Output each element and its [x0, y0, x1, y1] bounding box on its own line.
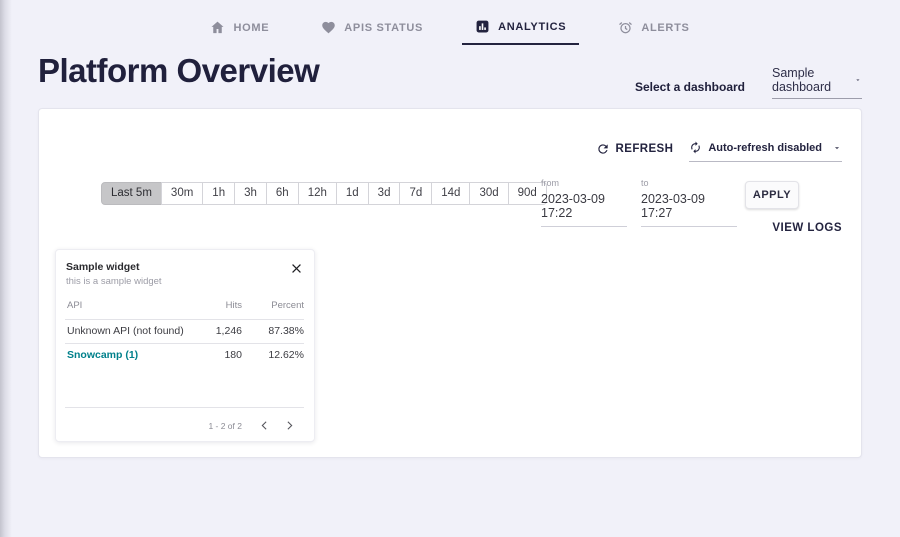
widget-close-button[interactable] [288, 261, 304, 277]
nav-item-alerts[interactable]: ALERTS [605, 19, 702, 45]
time-range-button[interactable]: 30d [469, 182, 508, 205]
to-date-field: to 2023-03-09 17:27 [641, 178, 737, 227]
sample-widget-card: Sample widget this is a sample widget AP… [55, 249, 315, 442]
autorenew-icon [689, 141, 702, 154]
refresh-button[interactable]: REFRESH [596, 141, 674, 156]
widget-title: Sample widget [66, 261, 140, 273]
time-range-button[interactable]: 3h [234, 182, 267, 205]
table-row: Unknown API (not found)1,24687.38% [65, 320, 304, 344]
widget-footer-divider [65, 407, 304, 408]
api-link[interactable]: Snowcamp (1) [65, 349, 184, 361]
nav-item-home[interactable]: HOME [197, 19, 282, 45]
column-header-api: API [65, 300, 184, 311]
refresh-label: REFRESH [616, 143, 674, 155]
from-date-input[interactable]: 2023-03-09 17:22 [541, 192, 627, 227]
refresh-toolbar: REFRESH Auto-refresh disabled [596, 141, 842, 162]
time-range-button[interactable]: 7d [399, 182, 432, 205]
nav-item-analytics[interactable]: ANALYTICS [462, 19, 579, 45]
time-range-button[interactable]: 6h [266, 182, 299, 205]
to-date-input[interactable]: 2023-03-09 17:27 [641, 192, 737, 227]
view-logs-link[interactable]: VIEW LOGS [772, 222, 842, 234]
chevron-left-icon [258, 419, 271, 432]
nav-item-label: ANALYTICS [498, 21, 566, 33]
pagination-label: 1 - 2 of 2 [208, 421, 242, 431]
time-range-button[interactable]: 1h [202, 182, 235, 205]
close-icon [289, 261, 304, 276]
to-label: to [641, 178, 737, 188]
home-icon [210, 20, 225, 35]
auto-refresh-select[interactable]: Auto-refresh disabled [689, 141, 842, 162]
chevron-down-icon [832, 143, 842, 153]
column-header-hits: Hits [184, 300, 242, 311]
hits-value: 180 [184, 349, 242, 361]
from-date-field: from 2023-03-09 17:22 [541, 178, 627, 227]
auto-refresh-label: Auto-refresh disabled [708, 142, 822, 154]
dashboard-select[interactable]: Sample dashboard [772, 66, 862, 99]
percent-value: 87.38% [242, 325, 304, 337]
time-range-group: Last 5m30m1h3h6h12h1d3d7d14d30d90d [101, 182, 547, 205]
api-name: Unknown API (not found) [65, 325, 184, 337]
heart-icon [321, 20, 336, 35]
top-navigation: HOME APIS STATUS ANALYTICS ALERTS [0, 0, 900, 45]
dashboard-card: REFRESH Auto-refresh disabled Last 5m30m… [38, 108, 862, 458]
table-row: Snowcamp (1)18012.62% [65, 344, 304, 367]
widget-subtitle: this is a sample widget [66, 276, 162, 287]
percent-value: 12.62% [242, 349, 304, 361]
page-title: Platform Overview [38, 52, 319, 90]
time-range-button[interactable]: 30m [161, 182, 203, 205]
chevron-right-icon [283, 419, 296, 432]
nav-item-apis-status[interactable]: APIS STATUS [308, 19, 436, 45]
chevron-down-icon [854, 75, 862, 85]
widget-table-body: Unknown API (not found)1,24687.38%Snowca… [65, 320, 304, 367]
pagination: 1 - 2 of 2 [208, 419, 296, 432]
column-header-percent: Percent [242, 300, 304, 311]
time-range-button[interactable]: 1d [336, 182, 369, 205]
apply-button[interactable]: APPLY [745, 181, 799, 209]
window-edge-shadow [0, 0, 12, 537]
widget-table: API Hits Percent Unknown API (not found)… [65, 298, 304, 367]
pagination-next-button[interactable] [283, 419, 296, 432]
time-range-button[interactable]: 12h [298, 182, 337, 205]
time-range-button[interactable]: 3d [368, 182, 401, 205]
pagination-prev-button[interactable] [258, 419, 271, 432]
hits-value: 1,246 [184, 325, 242, 337]
time-range-button[interactable]: 14d [431, 182, 470, 205]
dashboard-selected-value: Sample dashboard [772, 66, 854, 94]
alarm-icon [618, 20, 633, 35]
dashboard-select-label: Select a dashboard [635, 80, 745, 99]
nav-item-label: APIS STATUS [344, 22, 423, 34]
nav-item-label: HOME [233, 22, 269, 34]
from-label: from [541, 178, 627, 188]
time-range-button[interactable]: Last 5m [101, 182, 162, 205]
nav-item-label: ALERTS [641, 22, 689, 34]
dashboard-select-row: Select a dashboard Sample dashboard [635, 66, 862, 99]
bar-chart-icon [475, 19, 490, 34]
refresh-icon [596, 142, 610, 156]
table-header-row: API Hits Percent [65, 298, 304, 320]
